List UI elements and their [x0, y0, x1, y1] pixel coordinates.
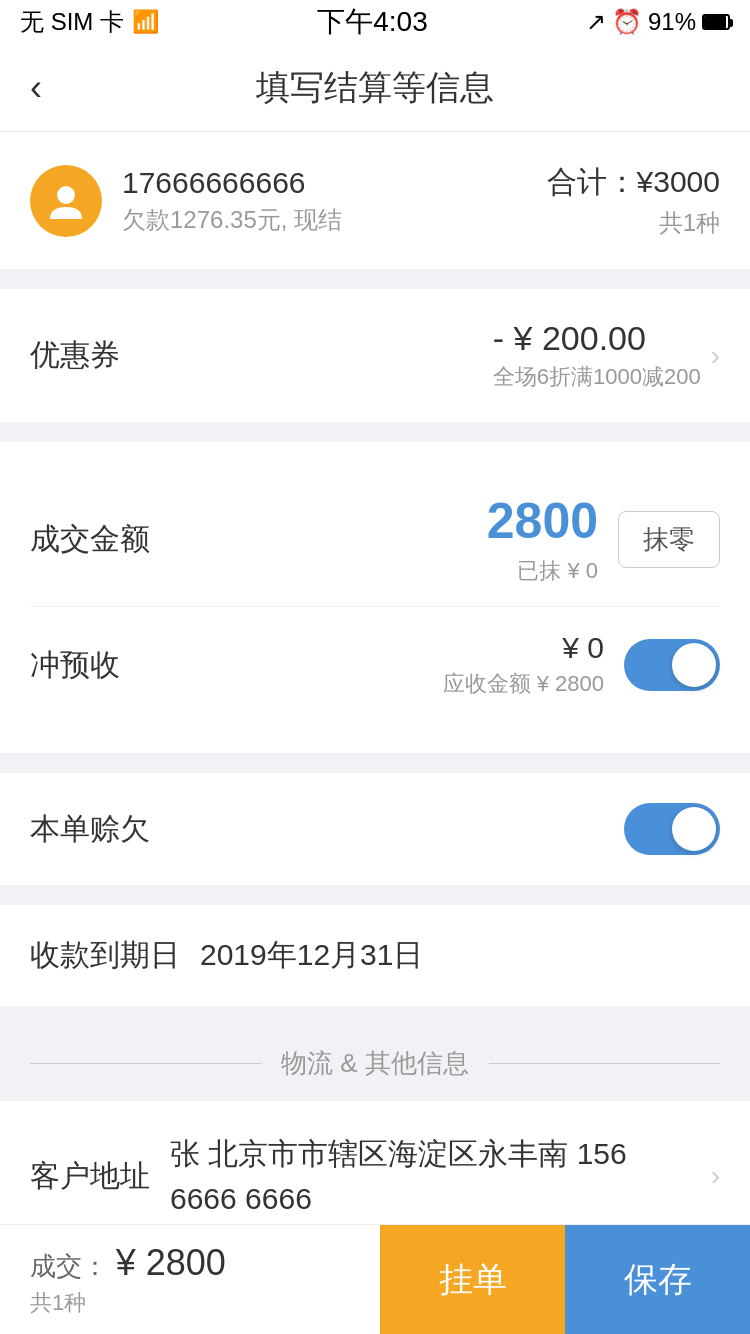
- round-button[interactable]: 抹零: [618, 511, 720, 568]
- save-button[interactable]: 保存: [565, 1225, 750, 1335]
- svg-point-0: [57, 186, 75, 204]
- address-label: 客户地址: [30, 1156, 150, 1197]
- due-date-section: 收款到期日 2019年12月31日: [0, 905, 750, 1006]
- bottom-summary: 成交： ¥ 2800 共1种: [0, 1242, 380, 1318]
- divider-left: [30, 1063, 261, 1064]
- user-icon: [46, 181, 86, 221]
- coupon-arrow-icon: ›: [711, 340, 720, 372]
- address-arrow-icon: ›: [711, 1160, 720, 1192]
- prepay-toggle[interactable]: [624, 639, 720, 691]
- sim-label: 无 SIM 卡: [20, 6, 124, 38]
- bottom-count: 共1种: [30, 1288, 350, 1318]
- deal-sub: 已抹 ¥ 0: [487, 556, 598, 586]
- battery-label: 91%: [648, 8, 696, 36]
- location-icon: ↗: [586, 8, 606, 36]
- status-time: 下午4:03: [317, 3, 428, 41]
- prepay-amount: ¥ 0: [443, 631, 604, 665]
- coupon-detail: 全场6折满1000减200: [493, 362, 701, 392]
- deal-value: 2800: [487, 492, 598, 550]
- status-right: ↗ ⏰ 91%: [586, 8, 730, 36]
- back-button[interactable]: ‹: [30, 67, 42, 109]
- bottom-amount: ¥ 2800: [116, 1242, 226, 1283]
- avatar: [30, 165, 102, 237]
- due-date: 2019年12月31日: [200, 935, 423, 976]
- pending-button[interactable]: 挂单: [380, 1225, 565, 1335]
- coupon-discount: - ¥ 200.00: [493, 319, 701, 358]
- battery-icon: [702, 14, 730, 30]
- status-bar: 无 SIM 卡 📶 下午4:03 ↗ ⏰ 91%: [0, 0, 750, 44]
- customer-row: 17666666666 欠款1276.35元, 现结 合计：¥3000 共1种: [0, 132, 750, 269]
- total-amount: 合计：¥3000: [547, 162, 720, 203]
- coupon-row[interactable]: 优惠券 - ¥ 200.00 全场6折满1000减200 ›: [0, 289, 750, 422]
- nav-bar: ‹ 填写结算等信息: [0, 44, 750, 132]
- coupon-label: 优惠券: [30, 335, 120, 376]
- debt-toggle[interactable]: [624, 803, 720, 855]
- divider-text: 物流 & 其他信息: [281, 1046, 469, 1081]
- alarm-icon: ⏰: [612, 8, 642, 36]
- deal-label: 成交金额: [30, 519, 150, 560]
- prepay-receivable: 应收金额 ¥ 2800: [443, 669, 604, 699]
- status-left: 无 SIM 卡 📶: [20, 6, 159, 38]
- debt-label: 本单赊欠: [30, 809, 150, 850]
- deal-amount-row: 成交金额 2800 已抹 ¥ 0 抹零: [30, 472, 720, 606]
- toggle-knob: [672, 643, 716, 687]
- wifi-icon: 📶: [132, 9, 159, 35]
- prepay-label: 冲预收: [30, 645, 120, 686]
- customer-phone: 17666666666: [122, 166, 342, 200]
- page-title: 填写结算等信息: [256, 65, 494, 111]
- logistics-divider: 物流 & 其他信息: [0, 1026, 750, 1101]
- bottom-bar: 成交： ¥ 2800 共1种 挂单 保存: [0, 1224, 750, 1334]
- address-value: 张 北京市市辖区海淀区永丰南 156 6666 6666: [150, 1131, 711, 1221]
- bottom-deal-label: 成交：: [30, 1251, 108, 1281]
- amount-section: 成交金额 2800 已抹 ¥ 0 抹零 冲预收 ¥ 0 应收金额 ¥ 2800: [0, 442, 750, 753]
- debt-toggle-knob: [672, 807, 716, 851]
- debt-section: 本单赊欠: [0, 773, 750, 885]
- total-count: 共1种: [547, 207, 720, 239]
- divider-right: [489, 1063, 720, 1064]
- prepay-row: 冲预收 ¥ 0 应收金额 ¥ 2800: [30, 606, 720, 723]
- due-label: 收款到期日: [30, 935, 180, 976]
- customer-note: 欠款1276.35元, 现结: [122, 204, 342, 236]
